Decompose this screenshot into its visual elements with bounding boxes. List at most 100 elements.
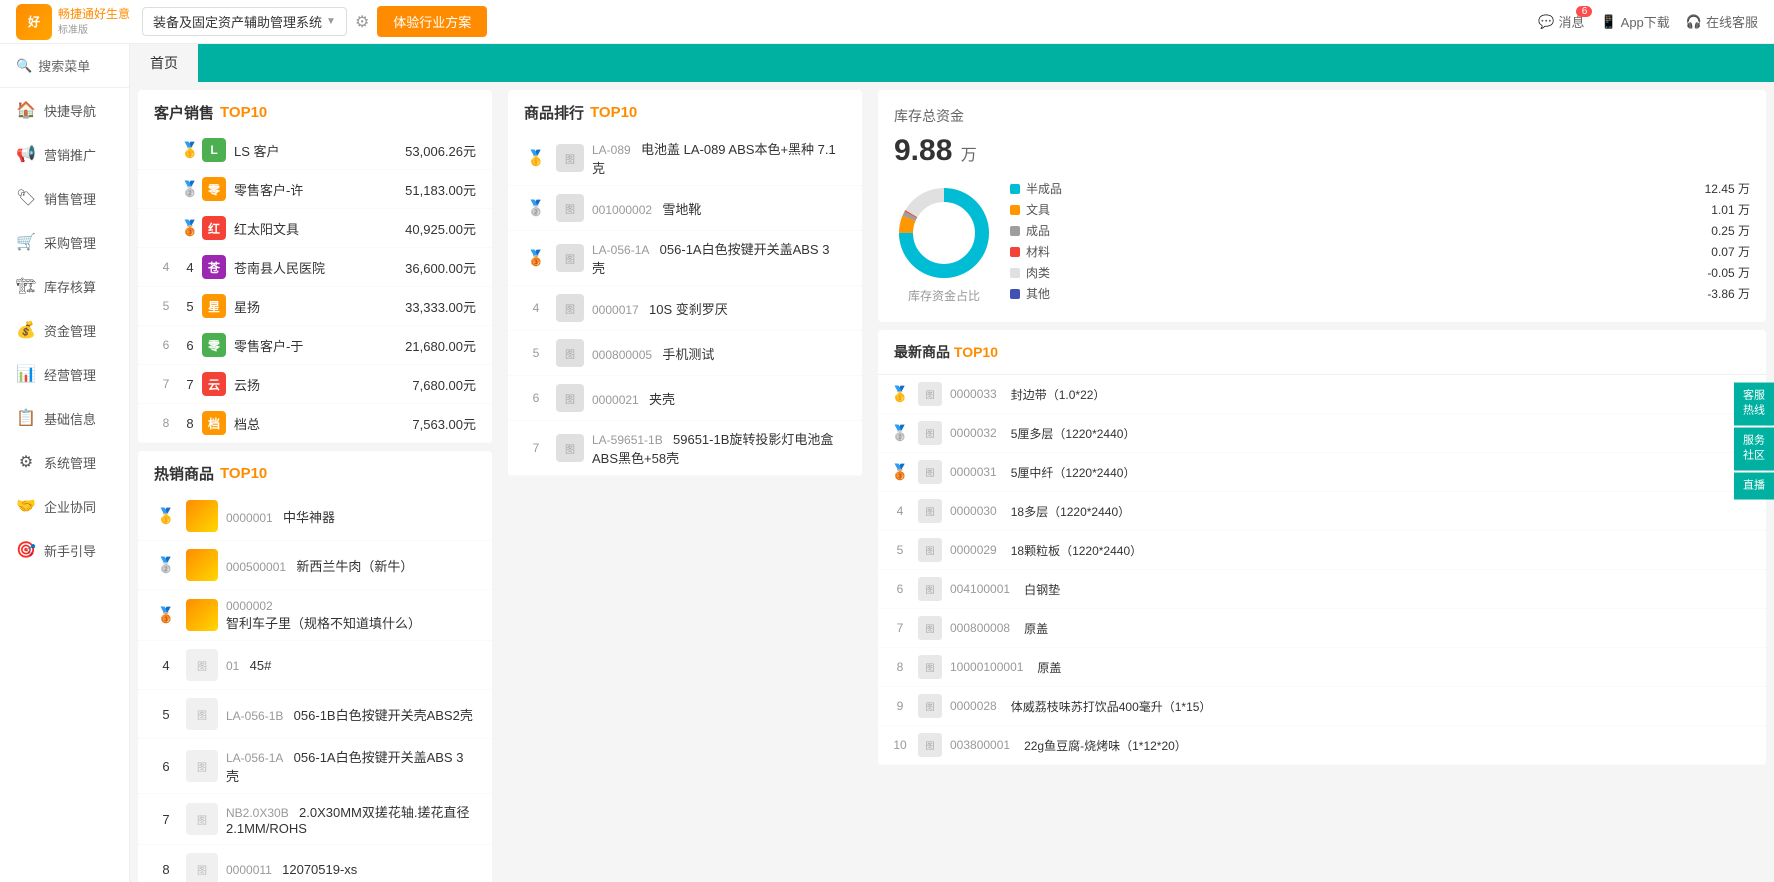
- customer-row: 7 7 云 云扬 7,680.00元: [138, 365, 492, 404]
- rank-number: 10: [890, 738, 910, 752]
- customer-name: 红太阳文具: [234, 219, 405, 238]
- legend-item-finished: 成品 0.25 万: [1010, 222, 1750, 239]
- rank-number: 4: [154, 658, 178, 673]
- sidebar-item-quicknav[interactable]: 🏠 快捷导航: [0, 88, 129, 132]
- customer-top10-badge: TOP10: [220, 104, 267, 121]
- product-row: 🥇 图 LA-089 电池盖 LA-089 ABS本色+黑种 7.1 克: [508, 131, 862, 186]
- customer-row: 8 8 档 档总 7,563.00元: [138, 404, 492, 443]
- product-code: 0000001: [226, 511, 279, 525]
- product-icon: 图: [918, 421, 942, 445]
- product-code: 0000033: [950, 387, 997, 401]
- inventory-legend: 半成品 12.45 万 文具 1.01 万 成品 0: [1010, 180, 1750, 306]
- hot-product-row: 5 图 LA-056-1B 056-1B白色按键开关壳ABS2壳: [138, 690, 492, 739]
- sidebar-item-finance[interactable]: 💰 资金管理: [0, 308, 129, 352]
- customer-name: 云扬: [234, 375, 412, 394]
- product-row: 5 图 000800005 手机测试: [508, 331, 862, 376]
- product-name: 手机测试: [662, 347, 714, 362]
- product-code: 0000011: [226, 863, 279, 877]
- sidebar-item-marketing[interactable]: 📢 营销推广: [0, 132, 129, 176]
- left-column: 客户销售 TOP10 🥇 L LS 客户 53,006.26元 🥈 零 零售客户…: [130, 82, 500, 882]
- rank-number: 5: [890, 543, 910, 557]
- sidebar-label-sales: 销售管理: [44, 189, 96, 208]
- float-community-button[interactable]: 服务社区: [1734, 427, 1774, 470]
- tab-home[interactable]: 首页: [130, 44, 198, 82]
- customer-avatar: 云: [202, 372, 226, 396]
- topbar-right: 💬 消息 6 📱 App下载 🎧 在线客服: [1538, 12, 1758, 31]
- rank-number: 🥇: [890, 385, 910, 403]
- message-button[interactable]: 💬 消息 6: [1538, 12, 1584, 31]
- product-row: 🥈 图 001000002 雪地靴: [508, 186, 862, 231]
- hot-product-row: 8 图 0000011 12070519-xs: [138, 845, 492, 882]
- product-icon: 图: [918, 577, 942, 601]
- newest-top10-badge: TOP10: [954, 344, 998, 360]
- nav-tabs: 首页: [130, 44, 1774, 82]
- float-live-button[interactable]: 直播: [1734, 472, 1774, 499]
- inventory-unit: 万: [961, 147, 977, 164]
- customer-avatar: 零: [202, 177, 226, 201]
- sidebar-item-system[interactable]: ⚙ 系统管理: [0, 440, 129, 484]
- product-placeholder: 图: [186, 698, 218, 730]
- sidebar-item-operations[interactable]: 📊 经营管理: [0, 352, 129, 396]
- float-hotline-button[interactable]: 客服热线: [1734, 383, 1774, 426]
- product-name: 夹壳: [649, 392, 675, 407]
- customer-avatar: 档: [202, 411, 226, 435]
- product-thumbnail: [186, 599, 218, 631]
- customer-name: 苍南县人民医院: [234, 258, 405, 277]
- hot-product-row: 4 图 01 45#: [138, 641, 492, 690]
- sidebar-item-purchase[interactable]: 🛒 采购管理: [0, 220, 129, 264]
- product-row: 7 图 LA-59651-1B 59651-1B旋转投影灯电池盒ABS黑色+58…: [508, 421, 862, 476]
- product-info: 0000001 中华神器: [226, 507, 476, 526]
- sidebar-label-base: 基础信息: [44, 409, 96, 428]
- product-name: 5厘多层（1220*2440）: [1011, 425, 1754, 442]
- product-icon: 图: [556, 294, 584, 322]
- product-code: LA-056-1A: [226, 751, 290, 765]
- app-label: App下载: [1621, 12, 1670, 31]
- search-menu-item[interactable]: 🔍 搜索菜单: [0, 44, 129, 88]
- sidebar-item-base[interactable]: 📋 基础信息: [0, 396, 129, 440]
- purchase-icon: 🛒: [16, 232, 36, 252]
- customer-ranking-label: 客户销售: [154, 102, 214, 123]
- sidebar-item-guide[interactable]: 🎯 新手引导: [0, 528, 129, 572]
- newest-product-row: 7 图 000800008 原盖: [878, 609, 1766, 648]
- product-name: 智利车子里（规格不知道填什么）: [226, 616, 421, 631]
- legend-dot-stationery: [1010, 205, 1020, 215]
- online-service-button[interactable]: 🎧 在线客服: [1686, 12, 1758, 31]
- product-code: 01: [226, 659, 246, 673]
- customer-amount: 53,006.26元: [405, 141, 476, 160]
- hot-products-label: 热销商品: [154, 463, 214, 484]
- message-icon: 💬: [1538, 14, 1554, 30]
- product-top10-badge: TOP10: [590, 104, 637, 121]
- newest-product-row: 🥉 图 0000031 5厘中纤（1220*2440）: [878, 453, 1766, 492]
- customer-amount: 36,600.00元: [405, 258, 476, 277]
- product-code: 0000017: [592, 303, 645, 317]
- product-code: LA-089: [592, 143, 637, 157]
- customer-avatar: L: [202, 138, 226, 162]
- float-service: 客服热线 服务社区 直播: [1734, 383, 1774, 500]
- sidebar-item-sales[interactable]: 🏷 销售管理: [0, 176, 129, 220]
- sidebar-item-collab[interactable]: 🤝 企业协同: [0, 484, 129, 528]
- customer-amount: 40,925.00元: [405, 219, 476, 238]
- product-ranking-title: 商品排行 TOP10: [508, 90, 862, 131]
- service-label: 在线客服: [1706, 12, 1758, 31]
- system-selector[interactable]: 装备及固定资产辅助管理系统 ▼: [142, 7, 347, 36]
- product-icon: 图: [918, 382, 942, 406]
- inventory-icon: 🏗: [16, 276, 36, 296]
- rank-number: 🥉: [154, 606, 178, 624]
- system-name: 装备及固定资产辅助管理系统: [153, 12, 322, 31]
- product-name: 45#: [250, 658, 272, 673]
- gear-icon[interactable]: ⚙: [355, 12, 369, 32]
- customer-name: 星扬: [234, 297, 405, 316]
- product-icon: 图: [918, 499, 942, 523]
- donut-chart: [894, 183, 994, 283]
- product-ranking-label: 商品排行: [524, 102, 584, 123]
- search-icon: 🔍: [16, 58, 32, 74]
- customer-row: 🥇 L LS 客户 53,006.26元: [138, 131, 492, 170]
- inventory-title: 库存总资金: [894, 106, 977, 126]
- sidebar-item-inventory[interactable]: 🏗 库存核算: [0, 264, 129, 308]
- product-code: 0000029: [950, 543, 997, 557]
- product-icon: 图: [918, 655, 942, 679]
- app-download-button[interactable]: 📱 App下载: [1600, 12, 1669, 31]
- newest-products-panel: 最新商品 TOP10 🥇 图 0000033 封边带（1.0*22） 🥈 图 0…: [878, 330, 1766, 765]
- newest-product-row: 6 图 004100001 白钢垫: [878, 570, 1766, 609]
- try-button[interactable]: 体验行业方案: [377, 6, 487, 37]
